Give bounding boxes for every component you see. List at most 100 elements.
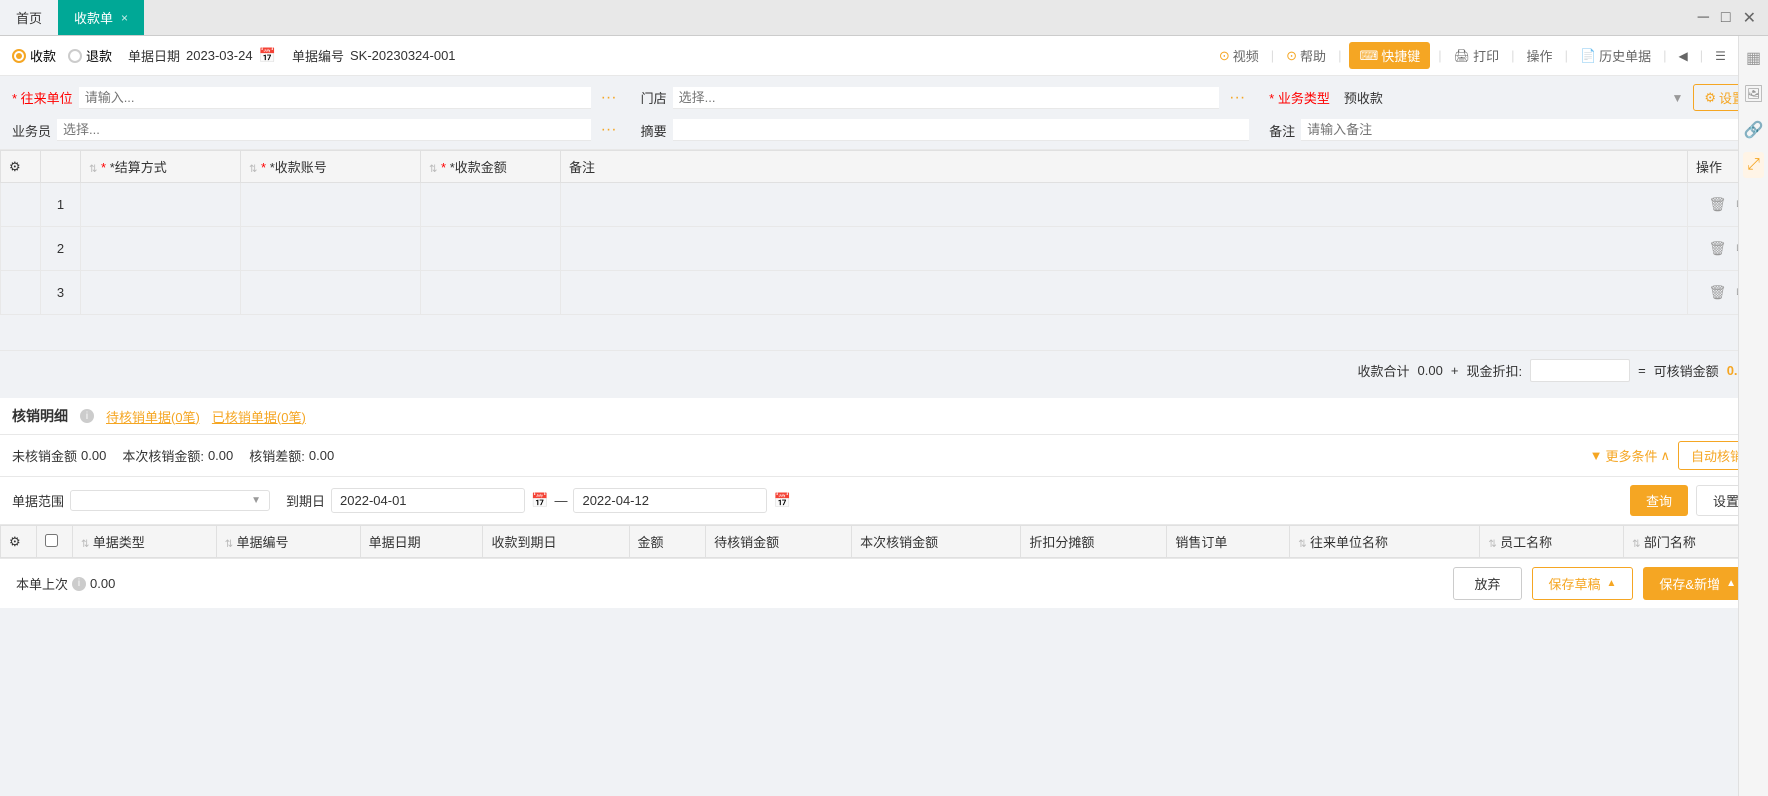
bth-sort-dept[interactable]: ⇅ [1632, 539, 1640, 550]
th-num [41, 151, 81, 183]
td-account-3[interactable] [241, 271, 421, 315]
bottom-right: 放弃 保存草稿 ▲ 保存&新增 ▲ [1453, 567, 1752, 600]
td-remark-2[interactable] [561, 227, 1688, 271]
info-icon[interactable]: i [80, 409, 94, 423]
shortcut-btn[interactable]: ⌨ 快捷键 [1349, 42, 1430, 69]
delete-row-3-btn[interactable]: 🗑 [1707, 282, 1729, 303]
discount-label: 现金折扣: [1466, 361, 1522, 380]
window-maximize-btn[interactable]: □ [1717, 9, 1735, 27]
sidebar-expand-icon[interactable]: ⤢ [1743, 152, 1764, 178]
calendar-icon[interactable]: 📅 [259, 47, 276, 64]
radio-receive[interactable]: 收款 [12, 46, 56, 65]
td-account-2[interactable] [241, 227, 421, 271]
td-method-2[interactable] [81, 227, 241, 271]
select-all-checkbox[interactable] [45, 534, 58, 547]
bth-type: ⇅ 单据类型 [73, 526, 217, 558]
td-remark-3[interactable] [561, 271, 1688, 315]
due-label: 到期日 [286, 491, 325, 510]
video-btn[interactable]: ⊙ 视频 [1215, 44, 1263, 67]
biz-type-arrow-icon[interactable]: ▼ [1667, 91, 1687, 105]
staff-input[interactable] [57, 119, 591, 141]
range-label: 单据范围 [12, 491, 64, 510]
save-new-label: 保存&新增 [1659, 574, 1720, 593]
td-method-1[interactable] [81, 183, 241, 227]
td-num-1: 1 [41, 183, 81, 227]
td-method-3[interactable] [81, 271, 241, 315]
bth-sort-partner[interactable]: ⇅ [1298, 539, 1306, 550]
tab-home[interactable]: 首页 [0, 0, 58, 35]
form-row-1: 往来单位 ··· 门店 ··· 业务类型 预收款 ▼ ⚙ [12, 84, 1756, 111]
remark-input[interactable] [1301, 119, 1756, 141]
range-select[interactable]: ▼ [70, 490, 270, 511]
print-btn[interactable]: 🖨 打印 [1450, 44, 1504, 67]
sort-account-icon[interactable]: ⇅ [249, 164, 257, 175]
bth-pending-label: 待核销金额 [714, 535, 779, 550]
bth-sort-num[interactable]: ⇅ [225, 539, 233, 550]
td-amount-3[interactable] [421, 271, 561, 315]
bth-sort-staff[interactable]: ⇅ [1488, 539, 1496, 550]
help-btn[interactable]: ⊙ 帮助 [1282, 44, 1330, 67]
more-conditions-label: 更多条件 [1605, 446, 1657, 465]
sum-label: 收款合计 [1358, 361, 1410, 380]
more-conditions-btn[interactable]: ▼ 更多条件 ∧ [1590, 446, 1670, 465]
tab-active[interactable]: 收款单 × [58, 0, 144, 35]
tab-close-icon[interactable]: × [121, 11, 128, 25]
date-label: 单据日期 [128, 46, 180, 65]
sidebar-table-icon[interactable]: ▦ [1742, 44, 1765, 72]
radio-refund[interactable]: 退款 [68, 46, 112, 65]
pending-tab[interactable]: 待核销单据(0笔) [106, 407, 200, 426]
chevron-up-icon: ∧ [1660, 448, 1670, 464]
td-account-1[interactable] [241, 183, 421, 227]
abandon-btn[interactable]: 放弃 [1453, 567, 1521, 600]
window-minimize-btn[interactable]: ─ [1694, 9, 1713, 27]
summary-input[interactable] [673, 119, 1250, 141]
th-method-label: *结算方式 [110, 160, 167, 175]
query-btn[interactable]: 查询 [1630, 485, 1688, 516]
current-label: 本次核销金额: [122, 446, 204, 465]
sidebar-link-icon[interactable]: 🔗 [1740, 116, 1768, 144]
cal-to-icon[interactable]: 📅 [773, 492, 790, 509]
td-amount-2[interactable] [421, 227, 561, 271]
sort-amount-icon[interactable]: ⇅ [429, 164, 437, 175]
table-gear-icon[interactable]: ⚙ [9, 159, 21, 174]
save-draft-btn[interactable]: 保存草稿 ▲ [1532, 567, 1634, 600]
date-from-input[interactable] [331, 488, 525, 513]
sort-icon[interactable]: ⇅ [89, 164, 97, 175]
list-view-btn[interactable]: ☰ [1711, 47, 1730, 65]
delete-row-1-btn[interactable]: 🗑 [1707, 194, 1729, 215]
sidebar-image-icon[interactable]: 🖼 [1739, 80, 1767, 108]
operation-btn[interactable]: 操作 [1523, 44, 1557, 67]
bth-date-label: 单据日期 [369, 535, 421, 550]
bth-amount-label: 金额 [638, 535, 664, 550]
done-tab[interactable]: 已核销单据(0笔) [212, 407, 306, 426]
partner-input[interactable] [79, 87, 591, 109]
remark-label: 备注 [1269, 121, 1295, 140]
bth-sort-type[interactable]: ⇅ [81, 539, 89, 550]
nav-left-btn[interactable]: ◀ [1675, 47, 1692, 65]
sum-value: 0.00 [1418, 363, 1443, 378]
biz-type-label: 业务类型 [1269, 88, 1330, 107]
save-new-btn[interactable]: 保存&新增 ▲ [1643, 567, 1752, 600]
date-field: 单据日期 2023-03-24 📅 [128, 46, 276, 65]
delete-row-2-btn[interactable]: 🗑 [1707, 238, 1729, 259]
cal-from-icon[interactable]: 📅 [531, 492, 548, 509]
form-area: 往来单位 ··· 门店 ··· 业务类型 预收款 ▼ ⚙ [0, 76, 1768, 150]
sep6: | [1663, 48, 1666, 63]
discount-input[interactable] [1530, 359, 1630, 382]
history-label: 历史单据 [1599, 46, 1651, 65]
help-label: 帮助 [1300, 46, 1326, 65]
store-more-icon[interactable]: ··· [1225, 89, 1249, 107]
td-remark-1[interactable] [561, 183, 1688, 227]
history-btn[interactable]: 📄 历史单据 [1576, 44, 1655, 67]
td-num-3: 3 [41, 271, 81, 315]
partner-more-icon[interactable]: ··· [597, 89, 621, 107]
bottom-gear-icon[interactable]: ⚙ [9, 534, 21, 549]
window-close-btn[interactable]: ✕ [1739, 8, 1760, 28]
bth-date: 单据日期 [360, 526, 483, 558]
staff-more-icon[interactable]: ··· [597, 121, 621, 139]
bth-dept-label: 部门名称 [1644, 535, 1696, 550]
store-input[interactable] [673, 87, 1220, 109]
date-to-input[interactable] [573, 488, 767, 513]
unchecked-value: 0.00 [81, 448, 106, 463]
td-amount-1[interactable] [421, 183, 561, 227]
